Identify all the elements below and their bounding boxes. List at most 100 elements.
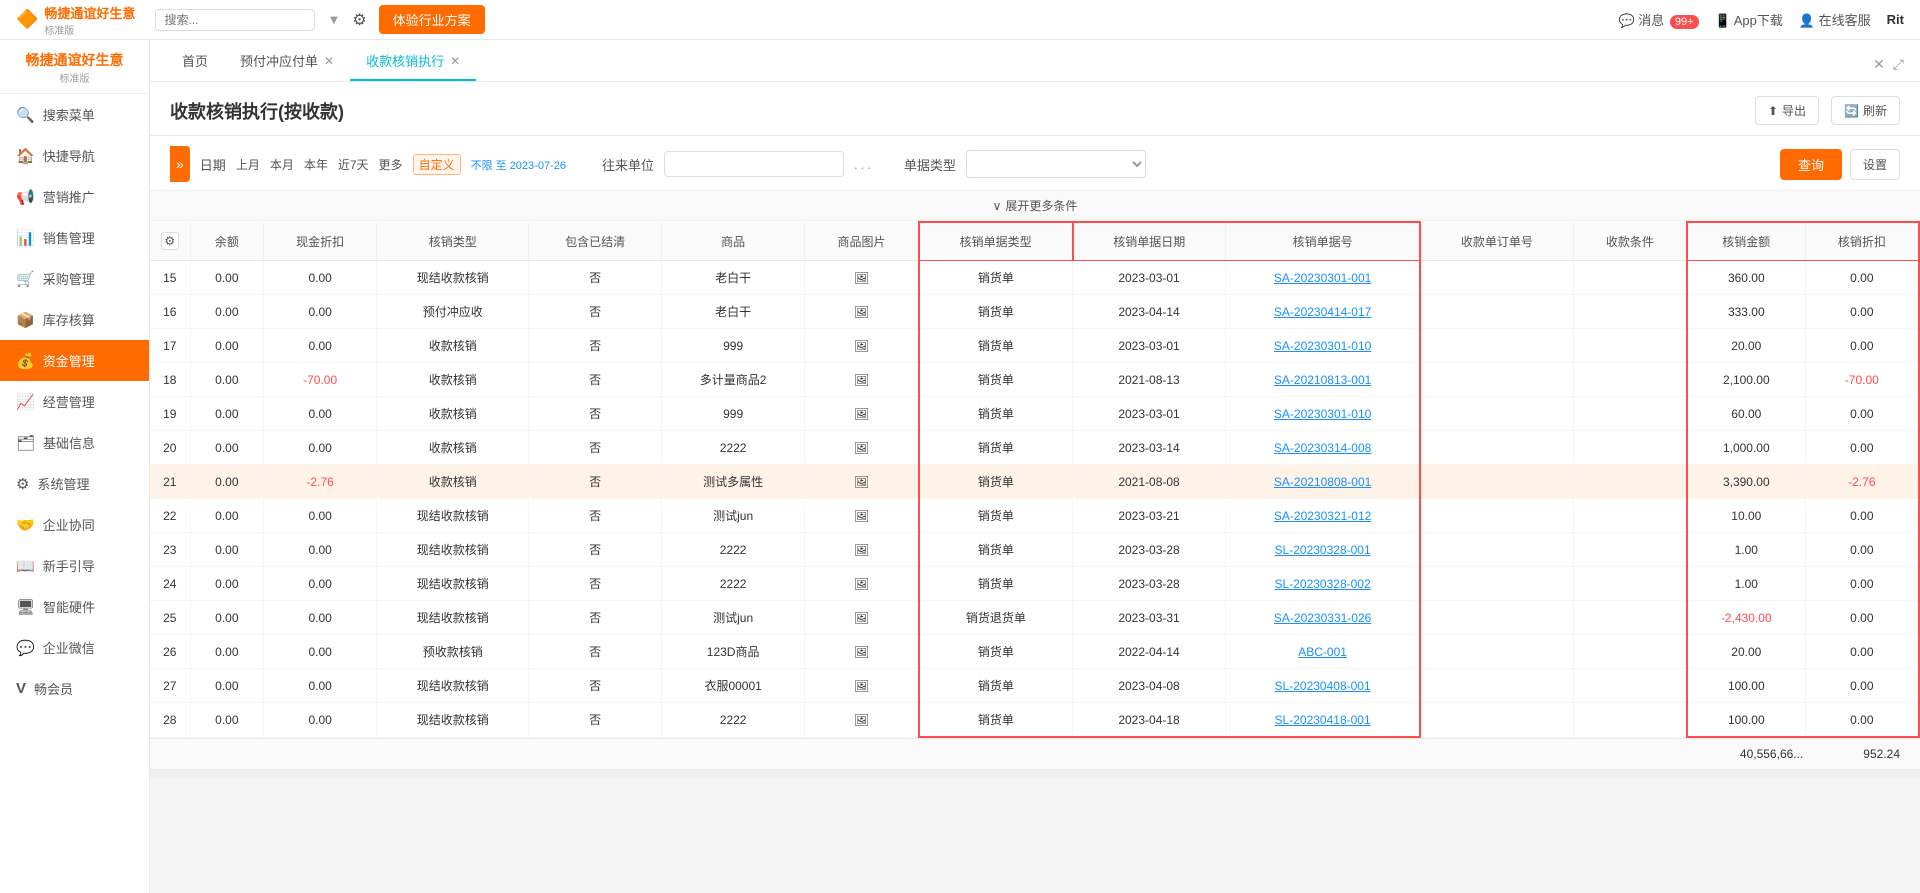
sidebar-item-purchase[interactable]: 🛒 采购管理 [0,258,149,299]
cell-cash-discount: 0.00 [264,329,377,363]
cell-writeoff-bill-no[interactable]: SA-20230414-017 [1226,295,1421,329]
filter-date-7days[interactable]: 近7天 [338,156,369,173]
cell-writeoff-type: 现结收款核销 [377,261,529,295]
expand-bar[interactable]: ∨ 展开更多条件 [150,191,1920,221]
tab-prepay-close[interactable]: ✕ [324,54,334,68]
filter-bill-type-select[interactable] [966,150,1146,178]
filter-expand-arrow[interactable]: » [170,146,190,182]
sidebar-item-inventory[interactable]: 📦 库存核算 [0,299,149,340]
filter-date-this-month[interactable]: 本月 [270,156,294,173]
system-icon: ⚙ [16,475,29,493]
tab-close-all[interactable]: ✕ [1873,56,1885,73]
cell-writeoff-type: 预付冲应收 [377,295,529,329]
tab-expand[interactable]: ⤢ [1893,56,1904,73]
cell-writeoff-bill-no[interactable]: SA-20230301-010 [1226,397,1421,431]
cell-writeoff-bill-type: 销货单 [919,431,1073,465]
tab-receipt-writeoff[interactable]: 收款核销执行 ✕ [350,43,476,81]
filter-unit-input[interactable] [664,151,844,177]
expand-icon: ∨ [993,199,1002,213]
tab-prepay[interactable]: 预付冲应付单 ✕ [224,43,350,81]
filter-date-more[interactable]: 更多 [379,156,403,173]
cell-writeoff-amount: 10.00 [1687,499,1805,533]
horizontal-scrollbar[interactable] [150,769,1920,779]
cell-writeoff-bill-no[interactable]: SL-20230328-001 [1226,533,1421,567]
refresh-btn[interactable]: 🔄 刷新 [1831,96,1900,125]
cell-writeoff-bill-no[interactable]: SL-20230408-001 [1226,669,1421,703]
table-row: 220.000.00现结收款核销否测试jun🖼销货单2023-03-21SA-2… [150,499,1919,533]
cell-writeoff-date: 2023-03-28 [1073,533,1226,567]
sidebar-item-system[interactable]: ⚙ 系统管理 [0,463,149,504]
cell-receipt-condition [1573,431,1687,465]
sidebar-item-search[interactable]: 🔍 搜索菜单 [0,94,149,135]
table-footer: 40,556,66... 952.24 [150,738,1920,769]
cell-writeoff-discount: 0.00 [1805,635,1919,669]
cell-writeoff-bill-no[interactable]: SA-20210808-001 [1226,465,1421,499]
message-area[interactable]: 💬 消息 99+ [1618,10,1698,29]
filter-settings-btn[interactable]: 设置 [1850,149,1900,180]
online-service[interactable]: 👤 在线客服 [1799,10,1871,29]
sidebar-item-enterprise[interactable]: 🤝 企业协同 [0,504,149,545]
sidebar-label-basic-info: 基础信息 [43,433,95,452]
cell-writeoff-bill-no[interactable]: SA-20230301-001 [1226,261,1421,295]
query-btn[interactable]: 查询 [1780,149,1842,180]
sidebar-item-guide[interactable]: 📖 新手引导 [0,545,149,586]
cell-goods-image: 🖼 [805,261,919,295]
tab-home[interactable]: 首页 [166,43,224,81]
sidebar-item-quicknav[interactable]: 🏠 快捷导航 [0,135,149,176]
cell-balance: 0.00 [190,363,264,397]
cell-writeoff-date: 2021-08-08 [1073,465,1226,499]
cell-writeoff-bill-type: 销货单 [919,465,1073,499]
dropdown-arrow[interactable]: ▼ [327,12,340,27]
sidebar-item-hardware[interactable]: 🖥 智能硬件 [0,586,149,627]
cell-include-settled: 否 [529,635,662,669]
top-search-input[interactable] [155,9,315,31]
table-row: 150.000.00现结收款核销否老白干🖼销货单2023-03-01SA-202… [150,261,1919,295]
export-btn[interactable]: ⬆ 导出 [1755,96,1819,125]
refresh-icon: 🔄 [1844,104,1859,118]
purchase-icon: 🛒 [16,270,35,288]
table-row: 250.000.00现结收款核销否测试jun🖼销货退货单2023-03-31SA… [150,601,1919,635]
sidebar-item-business[interactable]: 📈 经营管理 [0,381,149,422]
tab-bar: 首页 预付冲应付单 ✕ 收款核销执行 ✕ ✕ ⤢ [150,40,1920,82]
cell-goods-image: 🖼 [805,363,919,397]
industry-btn[interactable]: 体验行业方案 [379,5,485,34]
sidebar-item-sales[interactable]: 📊 销售管理 [0,217,149,258]
cell-writeoff-type: 现结收款核销 [377,533,529,567]
cell-writeoff-bill-no[interactable]: ABC-001 [1226,635,1421,669]
cell-goods-image: 🖼 [805,397,919,431]
filter-date-this-year[interactable]: 本年 [304,156,328,173]
app-download[interactable]: 📱 App下载 [1715,10,1783,29]
cell-include-settled: 否 [529,567,662,601]
table-scroll[interactable]: ⚙ 余额 现金折扣 核销类型 包含已结清 商品 商品图片 核销单据类型 核销单据… [150,221,1920,738]
sidebar-item-finance[interactable]: 💰 资金管理 [0,340,149,381]
cell-goods: 2222 [661,533,805,567]
cell-writeoff-bill-no[interactable]: SA-20230314-008 [1226,431,1421,465]
col-writeoff-bill-no-header: 核销单据号 [1226,222,1421,261]
home-icon: 🏠 [16,147,35,165]
basic-info-icon: 🗂 [16,434,35,452]
col-gear-header[interactable]: ⚙ [150,222,190,261]
tab-receipt-writeoff-close[interactable]: ✕ [450,54,460,68]
cell-balance: 0.00 [190,465,264,499]
table-gear-icon[interactable]: ⚙ [161,232,179,250]
cell-writeoff-bill-no[interactable]: SA-20210813-001 [1226,363,1421,397]
cell-writeoff-bill-no[interactable]: SA-20230301-010 [1226,329,1421,363]
table-container: ⚙ 余额 现金折扣 核销类型 包含已结清 商品 商品图片 核销单据类型 核销单据… [150,221,1920,779]
sidebar-logo-text: 畅捷通谊好生意 [8,50,141,70]
cell-writeoff-bill-no[interactable]: SL-20230328-002 [1226,567,1421,601]
sidebar-item-vip[interactable]: V 畅会员 [0,668,149,709]
settings-icon[interactable]: ⚙ [352,10,366,30]
cell-writeoff-bill-type: 销货单 [919,567,1073,601]
sidebar-item-basic-info[interactable]: 🗂 基础信息 [0,422,149,463]
cell-goods-image: 🖼 [805,295,919,329]
cell-writeoff-bill-no[interactable]: SA-20230331-026 [1226,601,1421,635]
cell-writeoff-bill-no[interactable]: SA-20230321-012 [1226,499,1421,533]
cell-writeoff-bill-no[interactable]: SL-20230418-001 [1226,703,1421,738]
sidebar-item-wechat[interactable]: 💬 企业微信 [0,627,149,668]
sidebar-item-marketing[interactable]: 📢 营销推广 [0,176,149,217]
filter-date-last-month[interactable]: 上月 [236,156,260,173]
cell-id: 28 [150,703,190,738]
sidebar-label-quicknav: 快捷导航 [43,146,95,165]
cell-receipt-condition [1573,635,1687,669]
filter-date-custom[interactable]: 自定义 [413,154,461,175]
